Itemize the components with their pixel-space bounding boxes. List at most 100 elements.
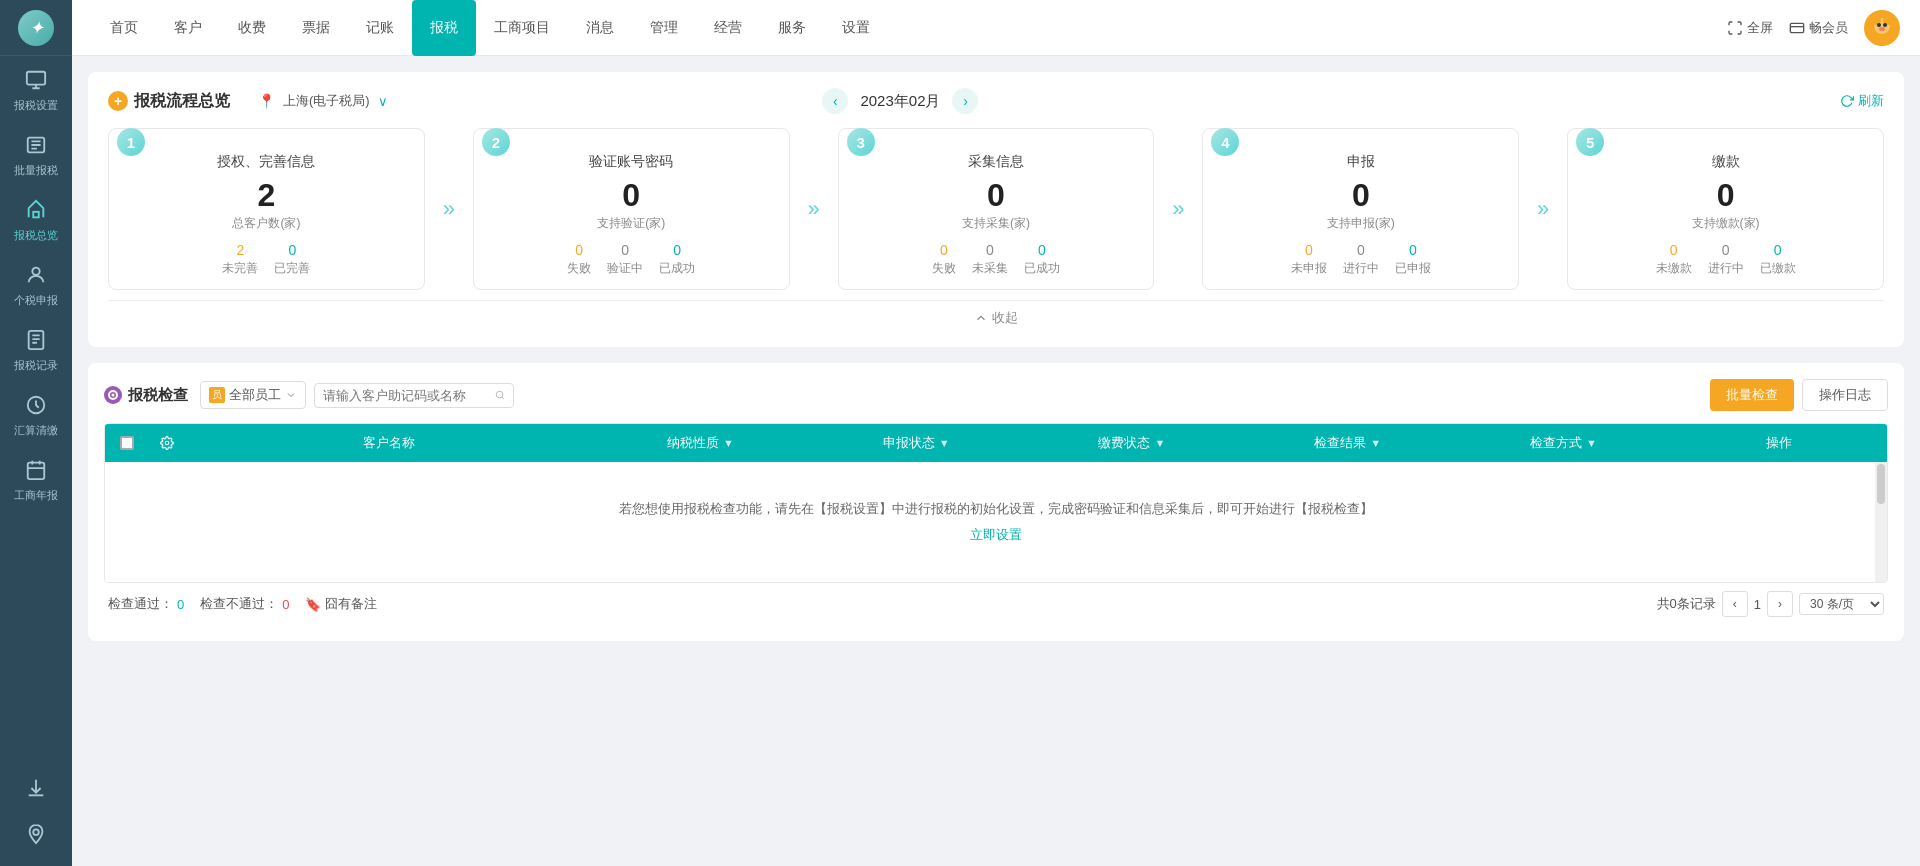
tax-check-card: 报税检查 员 全部员工 批量检查 操作日志 [88, 363, 1904, 641]
sidebar-item-personal-tax[interactable]: 个税申报 [0, 251, 72, 316]
stat-label: 未申报 [1291, 260, 1327, 277]
th-checkbox[interactable] [105, 424, 149, 462]
sidebar-item-download[interactable] [0, 764, 72, 810]
sidebar-bottom [0, 764, 72, 866]
sidebar-item-label: 报税总览 [14, 228, 58, 243]
member-btn[interactable]: 畅会员 [1789, 19, 1848, 37]
step-3-count: 0 [987, 179, 1005, 211]
sidebar-item-tax-settings[interactable]: 报税设置 [0, 56, 72, 121]
th-tax-type: 纳税性质 ▼ [593, 424, 809, 462]
fullscreen-btn[interactable]: 全屏 [1727, 19, 1773, 37]
step-5-title: 缴款 [1712, 153, 1740, 171]
th-gear[interactable] [149, 424, 185, 462]
nav-services[interactable]: 服务 [760, 0, 824, 56]
topnav: 首页 客户 收费 票据 记账 报税 工商项目 消息 管理 经营 服务 设置 全屏… [72, 0, 1920, 56]
pass-count[interactable]: 0 [177, 597, 184, 612]
nav-home[interactable]: 首页 [92, 0, 156, 56]
stat-label: 未完善 [222, 260, 258, 277]
stat-label: 已缴款 [1760, 260, 1796, 277]
sidebar-item-label: 个税申报 [14, 293, 58, 308]
filter-icon[interactable]: ▼ [939, 437, 950, 449]
nav-commerce[interactable]: 工商项目 [476, 0, 568, 56]
prev-page-btn[interactable]: ‹ [1722, 591, 1748, 617]
nav-tax[interactable]: 报税 [412, 0, 476, 56]
nav-fees[interactable]: 收费 [220, 0, 284, 56]
svg-rect-0 [27, 72, 45, 85]
step-3-subtitle: 支持采集(家) [962, 215, 1030, 232]
sidebar-item-tax-record[interactable]: 报税记录 [0, 316, 72, 381]
step-5-card: 5 缴款 0 支持缴款(家) 0 未缴款 0 进行中 [1567, 128, 1884, 290]
collapse-bar[interactable]: 收起 [108, 300, 1884, 331]
pagination: 共0条记录 ‹ 1 › 30 条/页 50 条/页 100 条/页 [1657, 591, 1884, 617]
nav-messages[interactable]: 消息 [568, 0, 632, 56]
nav-clients[interactable]: 客户 [156, 0, 220, 56]
batch-check-btn[interactable]: 批量检查 [1710, 379, 1794, 411]
dropdown-arrow-icon[interactable]: ∨ [378, 94, 388, 109]
filter-icon[interactable]: ▼ [1370, 437, 1381, 449]
svg-point-19 [165, 441, 169, 445]
sidebar-item-settlement[interactable]: 汇算清缴 [0, 381, 72, 446]
next-month-btn[interactable]: › [952, 88, 978, 114]
svg-point-17 [112, 394, 115, 397]
step-5-stat-2: 0 已缴款 [1760, 242, 1796, 277]
staff-select[interactable]: 员 全部员工 [200, 381, 306, 409]
operation-log-btn[interactable]: 操作日志 [1802, 379, 1888, 411]
sidebar-item-label: 报税记录 [14, 358, 58, 373]
step-3-card: 3 采集信息 0 支持采集(家) 0 失败 0 未采集 [838, 128, 1155, 290]
table-scrollbar[interactable] [1875, 462, 1887, 582]
prev-month-btn[interactable]: ‹ [822, 88, 848, 114]
step-5-stat-0: 0 未缴款 [1656, 242, 1692, 277]
sidebar-item-tax-overview[interactable]: 报税总览 [0, 186, 72, 251]
select-all-checkbox[interactable] [120, 436, 134, 450]
step-3-stat-2: 0 已成功 [1024, 242, 1060, 277]
collapse-icon [974, 311, 988, 325]
filter-icon[interactable]: ▼ [723, 437, 734, 449]
fullscreen-icon [1727, 20, 1743, 36]
refresh-btn[interactable]: 刷新 [1840, 92, 1884, 110]
th-client-name: 客户名称 [185, 424, 593, 462]
step-5-subtitle: 支持缴款(家) [1692, 215, 1760, 232]
svg-point-7 [33, 829, 39, 835]
sidebar-item-location[interactable] [0, 810, 72, 856]
stat-num: 0 [1357, 242, 1365, 258]
nav-accounting[interactable]: 记账 [348, 0, 412, 56]
search-icon[interactable] [495, 388, 505, 402]
filter-icon[interactable]: ▼ [1154, 437, 1165, 449]
svg-point-3 [32, 268, 39, 275]
setup-link[interactable]: 立即设置 [970, 522, 1022, 548]
footer-note: 🔖 囧有备注 [305, 595, 377, 613]
page-size-select[interactable]: 30 条/页 50 条/页 100 条/页 [1799, 593, 1884, 615]
nav-operations[interactable]: 经营 [696, 0, 760, 56]
step-1-stat-0: 2 未完善 [222, 242, 258, 277]
staff-label: 全部员工 [229, 386, 281, 404]
svg-point-15 [1879, 27, 1885, 31]
location-mark-icon: 📍 [258, 93, 275, 109]
stat-num: 0 [621, 242, 629, 258]
step-4-num: 4 [1211, 128, 1239, 156]
next-page-btn[interactable]: › [1767, 591, 1793, 617]
note-icon: 🔖 [305, 597, 321, 612]
check-actions: 批量检查 操作日志 [1710, 379, 1888, 411]
sidebar-item-label: 汇算清缴 [14, 423, 58, 438]
nav-invoices[interactable]: 票据 [284, 0, 348, 56]
nav-management[interactable]: 管理 [632, 0, 696, 56]
sidebar-item-annual-report[interactable]: 工商年报 [0, 446, 72, 511]
nav-settings[interactable]: 设置 [824, 0, 888, 56]
step-2-subtitle: 支持验证(家) [597, 215, 665, 232]
step-4-stat-0: 0 未申报 [1291, 242, 1327, 277]
stat-num: 0 [1038, 242, 1046, 258]
th-pay-status: 缴费状态 ▼ [1024, 424, 1240, 462]
avatar[interactable] [1864, 10, 1900, 46]
refresh-icon [1840, 94, 1854, 108]
scrollbar-thumb[interactable] [1877, 464, 1885, 504]
location-icon [22, 820, 50, 848]
sidebar-item-label: 工商年报 [14, 488, 58, 503]
stat-num: 0 [986, 242, 994, 258]
sidebar-item-batch-tax[interactable]: 批量报税 [0, 121, 72, 186]
fail-count[interactable]: 0 [282, 597, 289, 612]
filter-icon[interactable]: ▼ [1586, 437, 1597, 449]
fullscreen-label: 全屏 [1747, 19, 1773, 37]
flow-card-header: + 报税流程总览 📍 上海(电子税局) ∨ ‹ 2023年02月 › 刷新 [108, 88, 1884, 114]
stat-label: 验证中 [607, 260, 643, 277]
search-input[interactable] [323, 388, 491, 403]
